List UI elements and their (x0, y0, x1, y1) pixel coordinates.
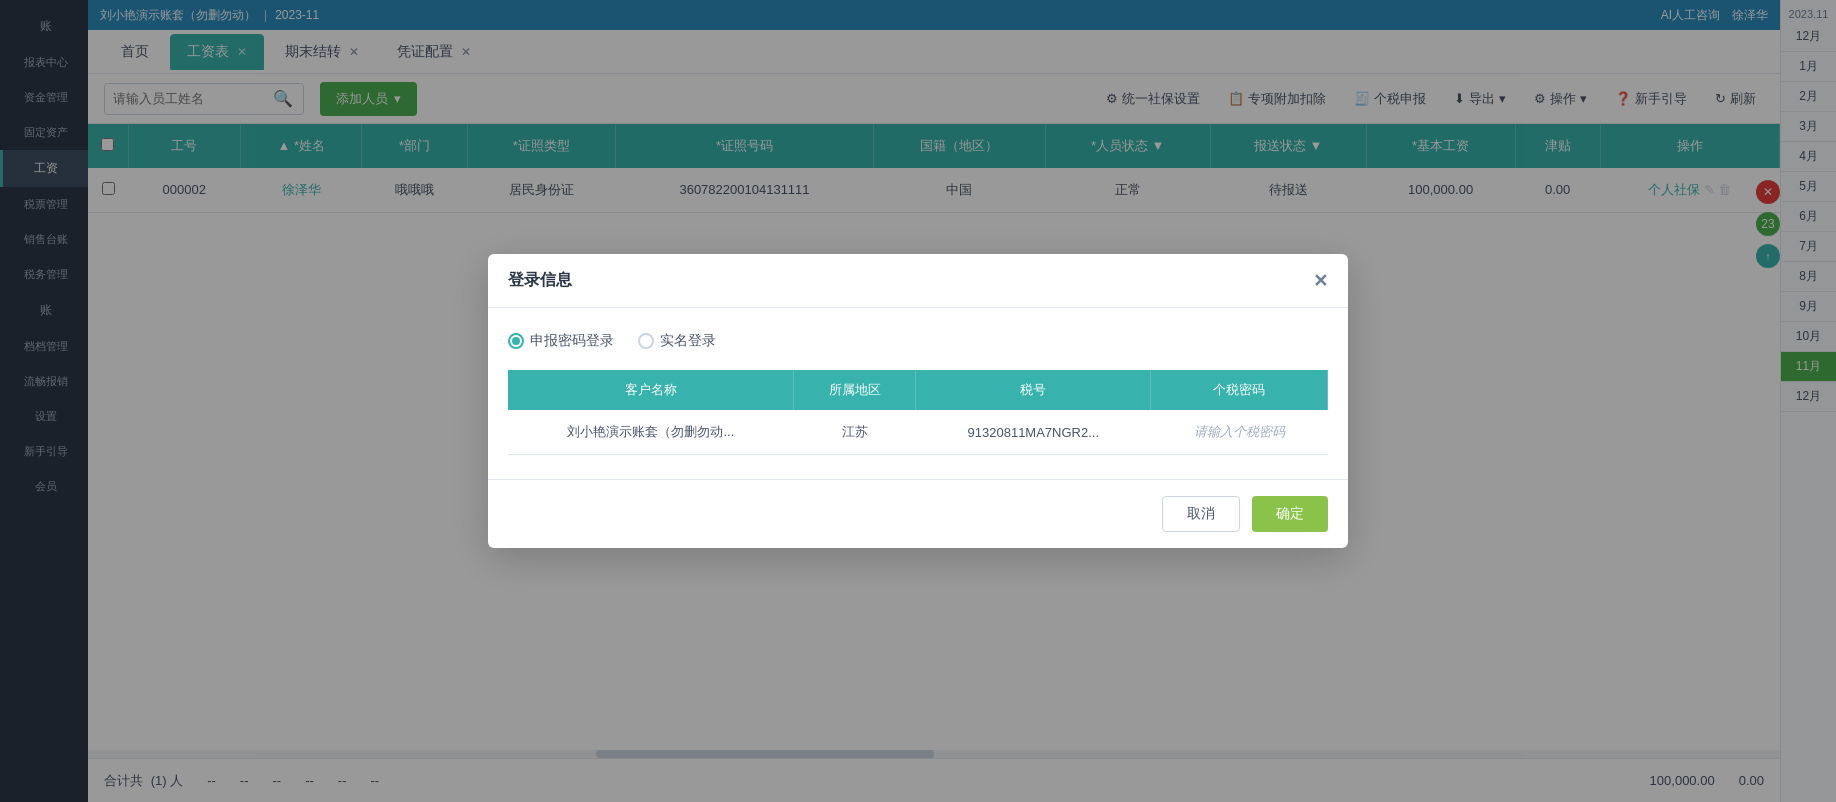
login-dialog: 登录信息 ✕ 申报密码登录 实名登录 客户名称 所属地区 (488, 254, 1348, 548)
dialog-table-row: 刘小艳演示账套（勿删勿动... 江苏 91320811MA7NGR2... 请输… (508, 410, 1328, 454)
dlg-col-tax-pwd: 个税密码 (1151, 370, 1328, 410)
dialog-body: 申报密码登录 实名登录 客户名称 所属地区 税号 个税密码 (488, 308, 1348, 479)
dialog-footer: 取消 确定 (488, 479, 1348, 548)
dlg-col-region: 所属地区 (794, 370, 916, 410)
dlg-cell-region: 江苏 (794, 410, 916, 454)
login-method-group: 申报密码登录 实名登录 (508, 332, 1328, 350)
radio-password-login[interactable]: 申报密码登录 (508, 332, 614, 350)
radio-realname-circle (638, 333, 654, 349)
dialog-header: 登录信息 ✕ (488, 254, 1348, 308)
tax-password-input[interactable]: 请输入个税密码 (1194, 424, 1285, 439)
dlg-cell-tax-num: 91320811MA7NGR2... (916, 410, 1151, 454)
dialog-close-button[interactable]: ✕ (1313, 272, 1328, 290)
confirm-button[interactable]: 确定 (1252, 496, 1328, 532)
dlg-col-tax-num: 税号 (916, 370, 1151, 410)
dialog-overlay[interactable]: 登录信息 ✕ 申报密码登录 实名登录 客户名称 所属地区 (0, 0, 1836, 802)
radio-password-label: 申报密码登录 (530, 332, 614, 350)
dialog-title: 登录信息 (508, 270, 572, 291)
dialog-client-table: 客户名称 所属地区 税号 个税密码 刘小艳演示账套（勿删勿动... 江苏 913… (508, 370, 1328, 455)
radio-password-circle (508, 333, 524, 349)
dlg-cell-tax-pwd[interactable]: 请输入个税密码 (1151, 410, 1328, 454)
radio-realname-label: 实名登录 (660, 332, 716, 350)
dlg-cell-client-name: 刘小艳演示账套（勿删勿动... (508, 410, 794, 454)
dlg-col-name: 客户名称 (508, 370, 794, 410)
radio-realname-login[interactable]: 实名登录 (638, 332, 716, 350)
cancel-button[interactable]: 取消 (1162, 496, 1240, 532)
